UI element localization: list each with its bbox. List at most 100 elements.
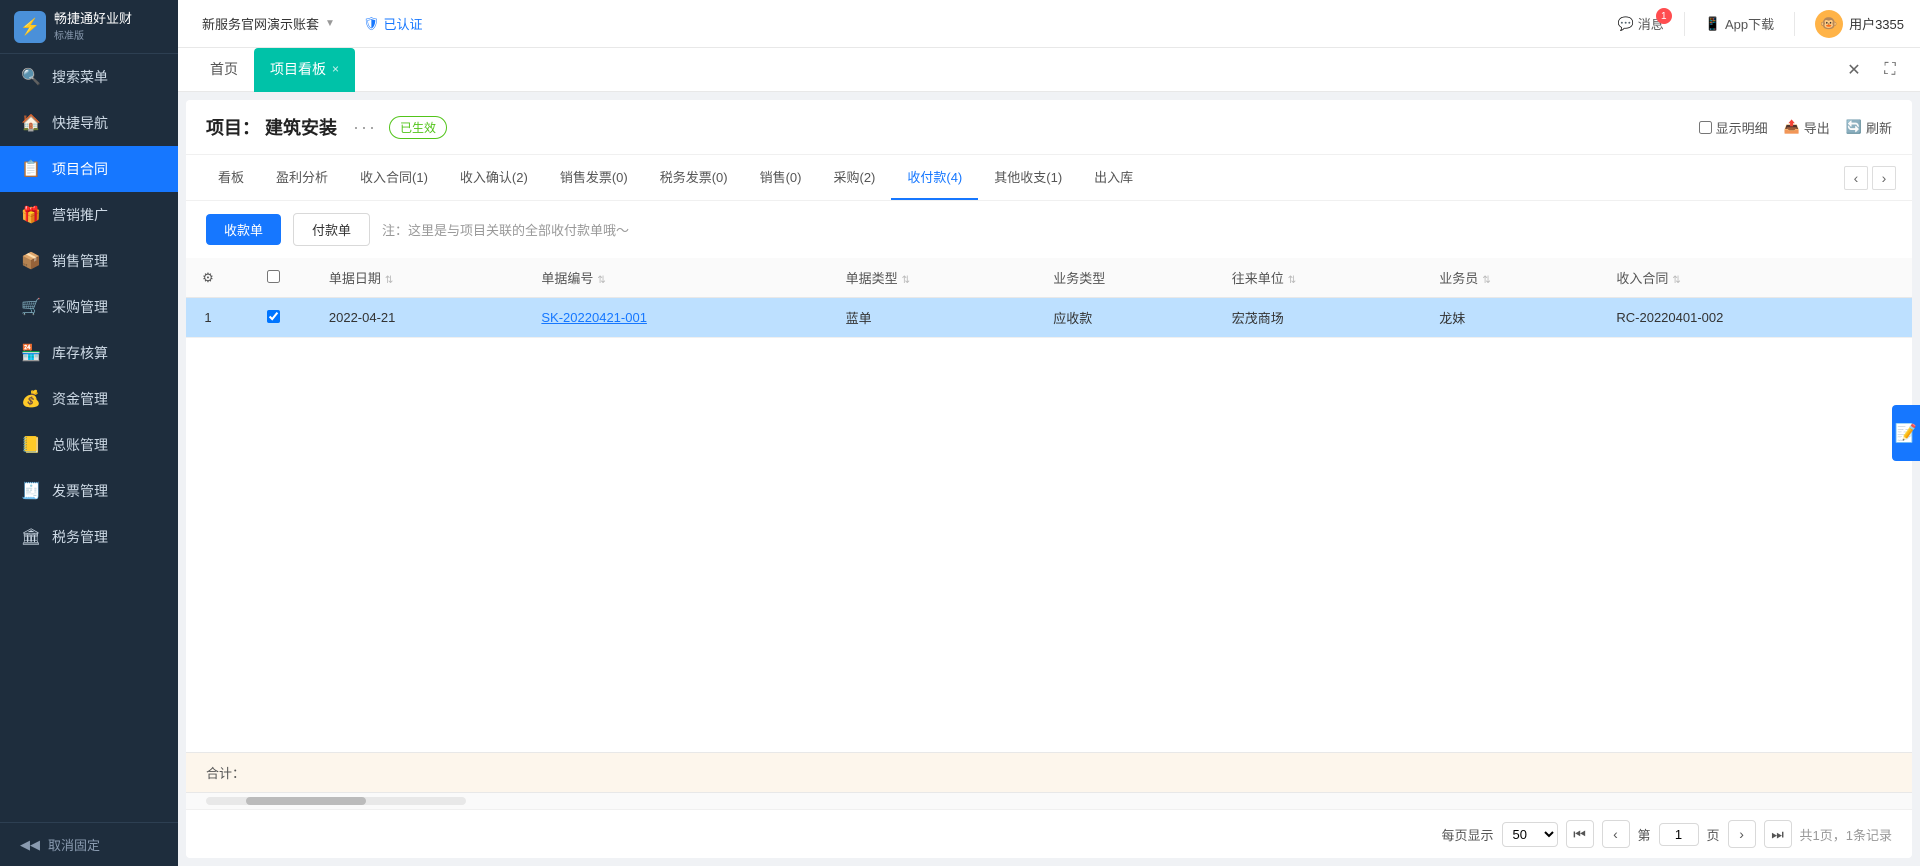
sidebar-item-inventory[interactable]: 🏪 库存核算 [0,330,178,376]
export-label: 导出 [1804,118,1830,137]
payments-tab-btn[interactable]: 付款单 [293,213,370,246]
row-checkbox[interactable] [267,310,280,323]
sidebar-item-capital[interactable]: 💰 资金管理 [0,376,178,422]
sidebar-item-ledger[interactable]: 📒 总账管理 [0,422,178,468]
project-selector[interactable]: 新服务官网演示账套 ▼ [194,10,343,37]
subtab-label: 税务发票(0) [660,170,728,185]
subtab-sales[interactable]: 销售(0) [744,155,818,200]
subtab-prev-arrow[interactable]: ‹ [1844,166,1868,190]
project-prefix: 项目： [206,118,260,138]
sidebar-item-invoice[interactable]: 🧾 发票管理 [0,468,178,514]
sidebar-item-marketing[interactable]: 🎁 营销推广 [0,192,178,238]
tab-home[interactable]: 首页 [194,48,254,92]
subtab-label: 出入库 [1094,170,1133,185]
sidebar-item-contracts[interactable]: 📋 项目合同 [0,146,178,192]
subtab-label: 销售(0) [760,170,802,185]
subtab-payment[interactable]: 收付款(4) [891,155,978,200]
settings-col-header[interactable]: ⚙ [186,258,230,298]
subtab-tax-invoice[interactable]: 税务发票(0) [644,155,744,200]
tabbar-actions: ✕ ⛶ [1840,56,1904,84]
subtab-in-out[interactable]: 出入库 [1078,155,1149,200]
hscroll-thumb[interactable] [246,797,366,805]
sidebar-item-sales[interactable]: 📦 销售管理 [0,238,178,284]
tab-close-icon[interactable]: × [332,62,339,76]
page-size-select[interactable]: 50 20 100 [1502,822,1558,847]
table-header-row: ⚙ 单据日期⇅ 单据编号⇅ 单据类型⇅ 业务类型 [186,258,1912,298]
partner-sort-icon[interactable]: ⇅ [1288,275,1296,286]
content-area: 项目： 建筑安装 ··· 已生效 显示明细 📤 导出 🔄 刷新 [186,100,1912,858]
invoice-icon: 🧾 [20,480,42,502]
subtab-income-confirm[interactable]: 收入确认(2) [444,155,544,200]
refresh-label: 刷新 [1866,118,1892,137]
subtab-label: 销售发票(0) [560,170,628,185]
hscroll-track[interactable] [206,797,466,805]
subtab-board[interactable]: 看板 [202,155,260,200]
income-contract-col-header: 收入合同⇅ [1604,258,1912,298]
row-number[interactable]: SK-20220421-001 [529,298,833,338]
sidebar-unpin[interactable]: ◀◀ 取消固定 [0,822,178,866]
inventory-icon: 🏪 [20,342,42,364]
salesperson-sort-icon[interactable]: ⇅ [1482,275,1490,286]
page-title: 项目： 建筑安装 [206,114,337,140]
export-btn[interactable]: 📤 导出 [1784,118,1830,137]
sidebar-item-purchasing[interactable]: 🛒 采购管理 [0,284,178,330]
sidebar-item-label: 采购管理 [52,297,108,317]
prev-page-btn[interactable]: ‹ [1602,820,1630,848]
user-menu[interactable]: 🐵 用户3355 [1815,10,1904,38]
sidebar-item-search[interactable]: 🔍 搜索菜单 [0,54,178,100]
select-all-checkbox[interactable] [267,270,280,283]
first-page-btn[interactable]: ⏮ [1566,820,1594,848]
tab-project-board[interactable]: 项目看板× [254,48,355,92]
capital-icon: 💰 [20,388,42,410]
sidebar-item-label: 税务管理 [52,527,108,547]
subtab-other-receipt[interactable]: 其他收支(1) [978,155,1078,200]
project-selector-label: 新服务官网演示账套 [202,14,319,33]
type-sort-icon[interactable]: ⇅ [902,275,910,286]
show-detail-input[interactable] [1699,121,1712,134]
current-page-input[interactable] [1659,823,1699,846]
ledger-icon: 📒 [20,434,42,456]
show-detail-label: 显示明细 [1716,118,1768,137]
table-row[interactable]: 1 2022-04-21 SK-20220421-001 蓝单 应收款 宏茂商场… [186,298,1912,338]
right-panel-toggle[interactable]: 📝 [1892,405,1920,461]
sidebar-item-label: 营销推广 [52,205,108,225]
sidebar-item-shortcuts[interactable]: 🏠 快捷导航 [0,100,178,146]
subtab-label: 盈利分析 [276,170,328,185]
number-link[interactable]: SK-20220421-001 [541,310,647,325]
hscroll-area [186,792,1912,809]
show-detail-checkbox[interactable]: 显示明细 [1699,118,1768,137]
row-checkbox-cell[interactable] [230,298,317,338]
last-page-btn[interactable]: ⏭ [1764,820,1792,848]
number-sort-icon[interactable]: ⇅ [597,275,605,286]
subtab-profit[interactable]: 盈利分析 [260,155,344,200]
subtab-sales-invoice[interactable]: 销售发票(0) [544,155,644,200]
income-contract-sort-icon[interactable]: ⇅ [1672,275,1680,286]
project-header: 项目： 建筑安装 ··· 已生效 显示明细 📤 导出 🔄 刷新 [186,100,1912,155]
more-options-btn[interactable]: ··· [353,117,377,138]
pagination-info: 共1页，1条记录 [1800,825,1892,844]
receipts-tab-btn[interactable]: 收款单 [206,214,281,245]
subtab-income-contract[interactable]: 收入合同(1) [344,155,444,200]
subtab-arrows: ‹ › [1844,166,1896,190]
main-area: 新服务官网演示账套 ▼ 🛡 已认证 💬 消息 1 📱 App下载 🐵 用户335… [178,0,1920,866]
biz-type-col-header: 业务类型 [1041,258,1220,298]
maximize-window-btn[interactable]: ⛶ [1876,56,1904,84]
close-window-btn[interactable]: ✕ [1840,56,1868,84]
project-name: 建筑安装 [265,118,337,138]
sidebar-item-label: 发票管理 [52,481,108,501]
date-sort-icon[interactable]: ⇅ [385,275,393,286]
app-download-action[interactable]: 📱 App下载 [1705,14,1774,33]
summary-label: 合计： [206,763,245,782]
project-header-actions: 显示明细 📤 导出 🔄 刷新 [1699,118,1892,137]
subtab-next-arrow[interactable]: › [1872,166,1896,190]
number-col-header: 单据编号⇅ [529,258,833,298]
message-action[interactable]: 💬 消息 1 [1618,14,1664,33]
table-container: ⚙ 单据日期⇅ 单据编号⇅ 单据类型⇅ 业务类型 [186,258,1912,752]
page-size-label: 每页显示 [1441,825,1493,844]
subtab-purchase[interactable]: 采购(2) [817,155,891,200]
sidebar-item-label: 资金管理 [52,389,108,409]
subtab-label: 看板 [218,170,244,185]
refresh-btn[interactable]: 🔄 刷新 [1846,118,1892,137]
sidebar-item-tax[interactable]: 🏛 税务管理 [0,514,178,560]
next-page-btn[interactable]: › [1728,820,1756,848]
